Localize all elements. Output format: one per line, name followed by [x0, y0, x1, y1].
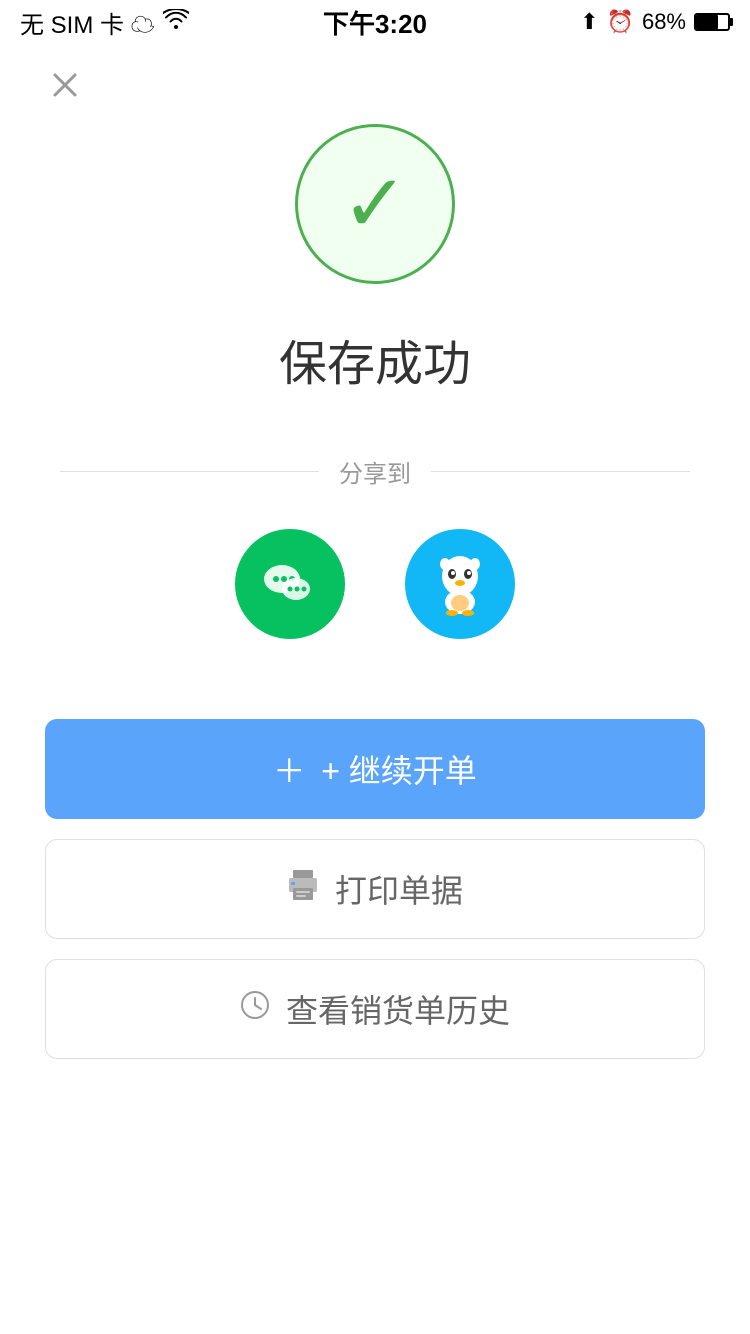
close-button[interactable] [40, 60, 90, 110]
qq-share-button[interactable] [405, 529, 515, 639]
status-bar: 无 SIM 卡 ☁ 下午3:20 ⬆ ⏰ 68% [0, 0, 750, 44]
history-label: 查看销货单历史 [286, 986, 510, 1032]
sim-text: 无 SIM 卡 ☁ [20, 5, 155, 40]
clock-icon [240, 990, 270, 1028]
main-content: ✓ 保存成功 分享到 [0, 44, 750, 1059]
battery-percent: 68% [642, 9, 686, 35]
print-label: 打印单据 [335, 866, 463, 912]
share-label: 分享到 [319, 454, 431, 489]
status-left: 无 SIM 卡 ☁ [20, 5, 189, 40]
divider-left [60, 471, 319, 472]
share-section: 分享到 [0, 454, 750, 489]
action-buttons: ＋ + 继续开单 打印单据 [45, 719, 705, 1059]
divider-right [431, 471, 690, 472]
alarm-icon: ⏰ [607, 9, 634, 35]
printer-icon [287, 870, 319, 908]
checkmark-icon: ✓ [341, 164, 408, 244]
continue-label: + 继续开单 [321, 746, 477, 792]
success-circle: ✓ [295, 124, 455, 284]
location-icon: ⬆ [580, 9, 598, 35]
wifi-icon [163, 8, 189, 36]
status-time: 下午3:20 [323, 4, 427, 41]
battery-icon [694, 13, 730, 31]
print-button[interactable]: 打印单据 [45, 839, 705, 939]
history-button[interactable]: 查看销货单历史 [45, 959, 705, 1059]
plus-icon: ＋ [273, 746, 305, 792]
wechat-share-button[interactable] [235, 529, 345, 639]
continue-button[interactable]: ＋ + 继续开单 [45, 719, 705, 819]
share-icons [235, 529, 515, 639]
success-title: 保存成功 [279, 324, 471, 394]
status-right: ⬆ ⏰ 68% [580, 9, 730, 35]
